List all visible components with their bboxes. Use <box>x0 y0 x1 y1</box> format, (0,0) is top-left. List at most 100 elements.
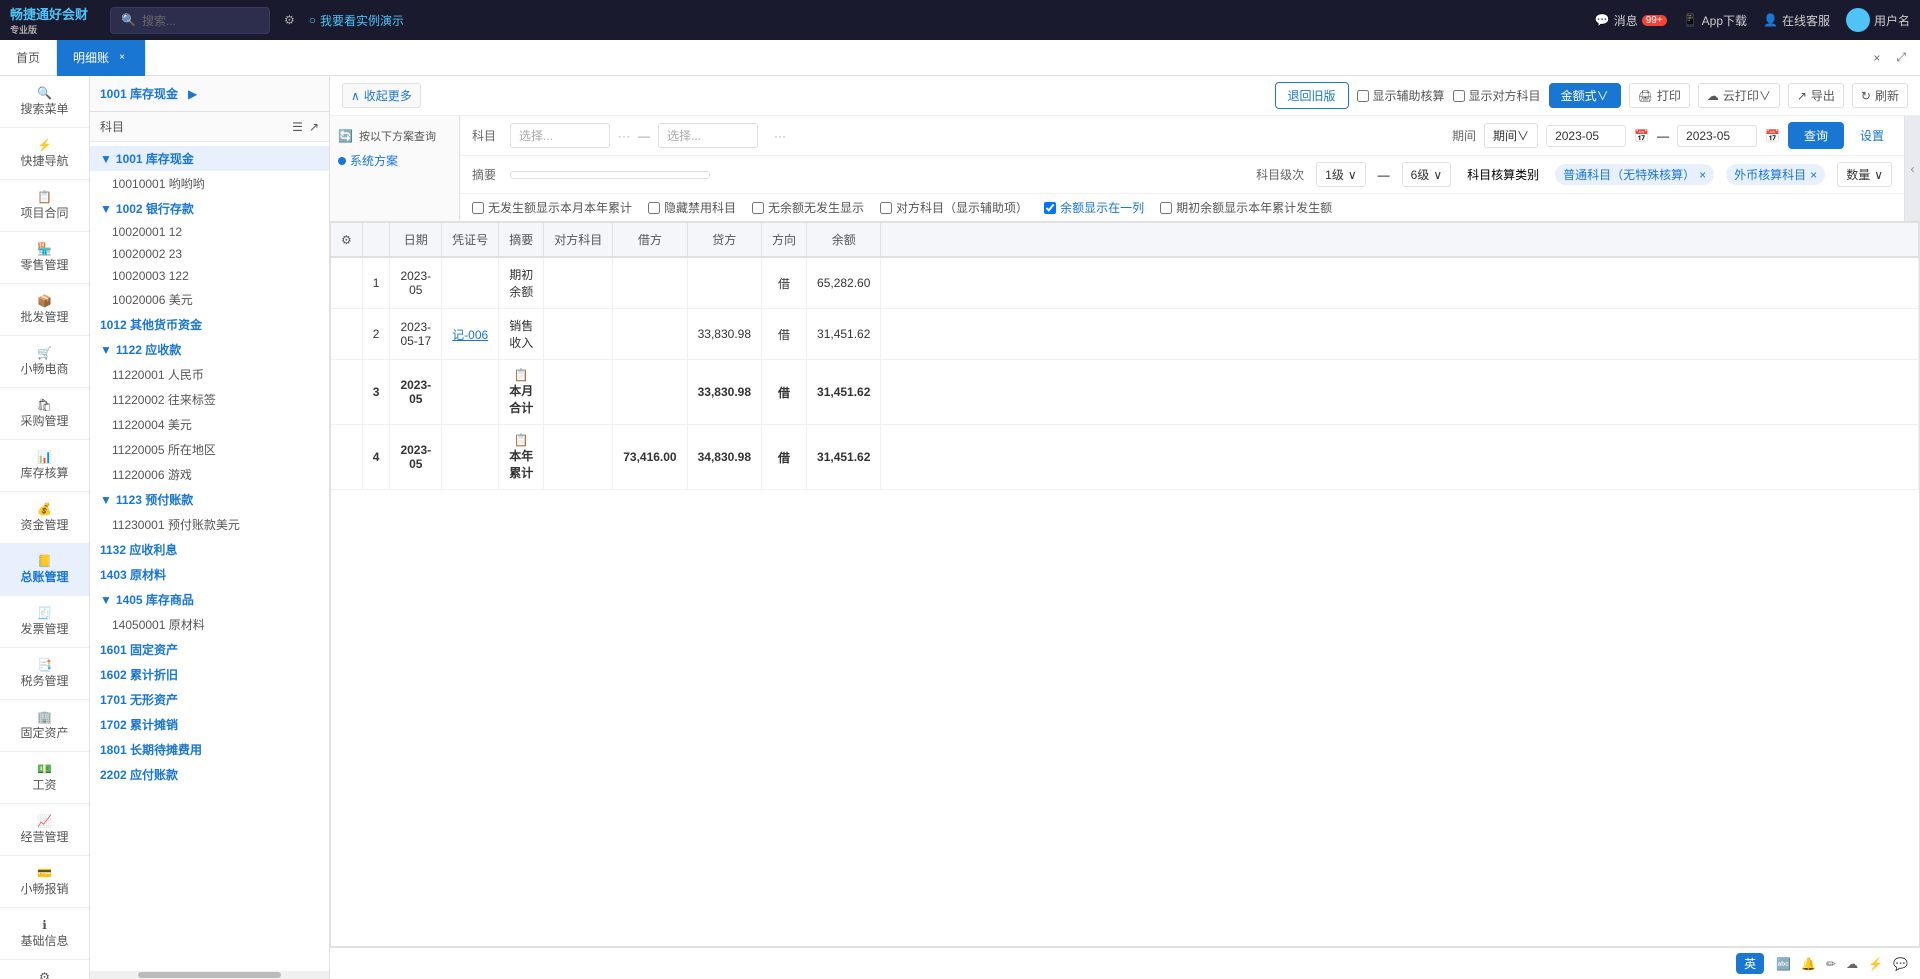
demo-link[interactable]: ○ 我要看实例演示 <box>309 12 404 29</box>
cloud-print-btn[interactable]: ☁ 云打印∨ <box>1698 83 1780 108</box>
check-opening[interactable]: 期初余额显示本年累计发生额 <box>1160 199 1332 216</box>
tree-node-11220002[interactable]: 11220002 往来标签 <box>90 387 329 412</box>
tree-node-1122[interactable]: ▼ 1122 应收款 <box>90 337 329 362</box>
query-btn[interactable]: 查询 <box>1788 122 1844 149</box>
tab-home[interactable]: 首页 <box>0 40 57 76</box>
col-direction[interactable]: 方向 <box>762 223 807 257</box>
tab-detail[interactable]: 明细账 × <box>57 40 146 76</box>
sidebar-item-basic[interactable]: ℹ 基础信息 <box>0 908 89 960</box>
calendar-from-icon[interactable]: 📅 <box>1634 129 1649 143</box>
status-icon-3[interactable]: ✏ <box>1826 957 1836 971</box>
sidebar-item-operations[interactable]: 📈 经营管理 <box>0 804 89 856</box>
quantity-select[interactable]: 数量 ∨ <box>1837 162 1892 187</box>
level-to-select[interactable]: 6级 ∨ <box>1402 162 1451 187</box>
check-balance-col[interactable]: 余额显示在一列 <box>1044 199 1144 216</box>
sidebar-item-search[interactable]: 🔍 搜索菜单 <box>0 76 89 128</box>
sidebar-item-salary[interactable]: 💵 工资 <box>0 752 89 804</box>
tree-node-10020002[interactable]: 10020002 23 <box>90 243 329 265</box>
tag-foreign-close[interactable]: × <box>1810 168 1817 182</box>
tree-node-10020006[interactable]: 10020006 美元 <box>90 287 329 312</box>
tree-node-1403[interactable]: 1403 原材料 <box>90 562 329 587</box>
period-to-input[interactable]: 2023-05 <box>1677 125 1757 147</box>
app-download-btn[interactable]: 📱 App下载 <box>1683 12 1747 29</box>
navigate-forward-icon[interactable]: ▶ <box>188 87 197 101</box>
sidebar-item-retail[interactable]: 🏪 零售管理 <box>0 232 89 284</box>
collapse-btn[interactable]: ∧ 收起更多 <box>342 83 421 108</box>
status-icon-1[interactable]: 🔤 <box>1776 957 1791 971</box>
tree-collapse-icon[interactable]: ↗ <box>309 120 319 134</box>
tree-node-1405[interactable]: ▼ 1405 库存商品 <box>90 587 329 612</box>
status-icon-5[interactable]: ⚡ <box>1868 957 1883 971</box>
tree-node-1601[interactable]: 1601 固定资产 <box>90 637 329 662</box>
check-no-balance[interactable]: 无余额无发生显示 <box>752 199 864 216</box>
level-from-select[interactable]: 1级 ∨ <box>1316 162 1365 187</box>
sidebar-item-project[interactable]: 📋 项目合同 <box>0 180 89 232</box>
search-box[interactable]: 🔍 搜索... <box>110 7 270 34</box>
sidebar-item-ecommerce[interactable]: 🛒 小畅电商 <box>0 336 89 388</box>
sidebar-item-invoice[interactable]: 🧾 发票管理 <box>0 596 89 648</box>
account-scrollbar[interactable] <box>90 971 329 979</box>
tree-node-1123[interactable]: ▼ 1123 预付账款 <box>90 487 329 512</box>
settings-icon[interactable]: ⚙ <box>280 9 299 31</box>
sidebar-item-wholesale[interactable]: 📦 批发管理 <box>0 284 89 336</box>
sidebar-item-quicknav[interactable]: ⚡ 快捷导航 <box>0 128 89 180</box>
check-hide-disabled[interactable]: 隐藏禁用科目 <box>648 199 736 216</box>
tree-node-14050001[interactable]: 14050001 原材料 <box>90 612 329 637</box>
tree-node-10010001[interactable]: 10010001 哟哟哟 <box>90 171 329 196</box>
col-opposite[interactable]: 对方科目 <box>544 223 613 257</box>
tag-normal-close[interactable]: × <box>1699 168 1706 182</box>
print-btn[interactable]: 🖨 打印 <box>1629 83 1690 108</box>
status-icon-4[interactable]: ☁ <box>1846 957 1858 971</box>
sidebar-item-inventory[interactable]: 📊 库存核算 <box>0 440 89 492</box>
refresh-btn[interactable]: ↻ 刷新 <box>1852 83 1908 108</box>
scheme-item-system[interactable]: 系统方案 <box>330 148 459 173</box>
col-date[interactable]: 日期 <box>390 223 442 257</box>
tree-node-1701[interactable]: 1701 无形资产 <box>90 687 329 712</box>
tree-node-10020003[interactable]: 10020003 122 <box>90 265 329 287</box>
tree-node-1012[interactable]: 1012 其他货币资金 <box>90 312 329 337</box>
col-balance[interactable]: 余额 <box>807 223 881 257</box>
tree-node-1001[interactable]: ▼ 1001 库存现金 <box>90 146 329 171</box>
cell-voucher-2[interactable]: 记-006 <box>442 309 499 360</box>
tree-expand-icon[interactable]: ☰ <box>292 120 303 134</box>
tree-node-1132[interactable]: 1132 应收利息 <box>90 537 329 562</box>
tree-node-10020001[interactable]: 10020001 12 <box>90 221 329 243</box>
tree-node-1801[interactable]: 1801 长期待摊费用 <box>90 737 329 762</box>
period-type-select[interactable]: 期间∨ <box>1484 123 1538 148</box>
lang-btn[interactable]: 英 <box>1736 953 1764 974</box>
user-btn[interactable]: 用户名 <box>1846 8 1910 32</box>
tree-node-1702[interactable]: 1702 累计摊销 <box>90 712 329 737</box>
return-btn[interactable]: 退回旧版 <box>1275 82 1349 109</box>
show-assist-check[interactable]: 显示辅助核算 <box>1357 87 1445 104</box>
sidebar-item-ledger[interactable]: 📒 总账管理 <box>0 544 89 596</box>
tree-node-11220005[interactable]: 11220005 所在地区 <box>90 437 329 462</box>
subject-input[interactable]: 选择... <box>510 123 610 148</box>
tree-node-11220004[interactable]: 11220004 美元 <box>90 412 329 437</box>
subject-to-input[interactable]: 选择... <box>658 123 758 148</box>
tag-foreign[interactable]: 外币核算科目 × <box>1726 164 1825 185</box>
tree-node-1602[interactable]: 1602 累计折旧 <box>90 662 329 687</box>
vertical-expand-tab[interactable]: ‹ <box>1904 116 1920 221</box>
sidebar-item-system[interactable]: ⚙ 系统管理 <box>0 960 89 979</box>
col-credit[interactable]: 贷方 <box>687 223 761 257</box>
sidebar-item-expense[interactable]: 💳 小畅报销 <box>0 856 89 908</box>
sidebar-item-assets[interactable]: 🏢 固定资产 <box>0 700 89 752</box>
check-opposite[interactable]: 对方科目（显示辅助项） <box>880 199 1028 216</box>
close-all-btn[interactable]: × <box>1867 47 1886 69</box>
tree-node-11220001[interactable]: 11220001 人民币 <box>90 362 329 387</box>
status-icon-6[interactable]: 💬 <box>1893 957 1908 971</box>
sidebar-item-purchase[interactable]: 🛍 采购管理 <box>0 388 89 440</box>
voucher-link-2[interactable]: 记-006 <box>452 328 488 342</box>
calendar-to-icon[interactable]: 📅 <box>1765 129 1780 143</box>
message-btn[interactable]: 💬 消息 99+ <box>1595 12 1667 29</box>
show-opposite-check[interactable]: 显示对方科目 <box>1453 87 1541 104</box>
export-btn[interactable]: ↗ 导出 <box>1788 83 1844 108</box>
sidebar-item-tax[interactable]: 📑 税务管理 <box>0 648 89 700</box>
status-icon-2[interactable]: 🔔 <box>1801 957 1816 971</box>
online-service-btn[interactable]: 👤 在线客服 <box>1763 12 1830 29</box>
period-from-input[interactable]: 2023-05 <box>1546 125 1626 147</box>
check-no-amount[interactable]: 无发生额显示本月本年累计 <box>472 199 632 216</box>
tag-normal[interactable]: 普通科目（无特殊核算） × <box>1555 164 1714 185</box>
col-debit[interactable]: 借方 <box>613 223 687 257</box>
format-btn[interactable]: 金额式∨ <box>1549 83 1621 108</box>
